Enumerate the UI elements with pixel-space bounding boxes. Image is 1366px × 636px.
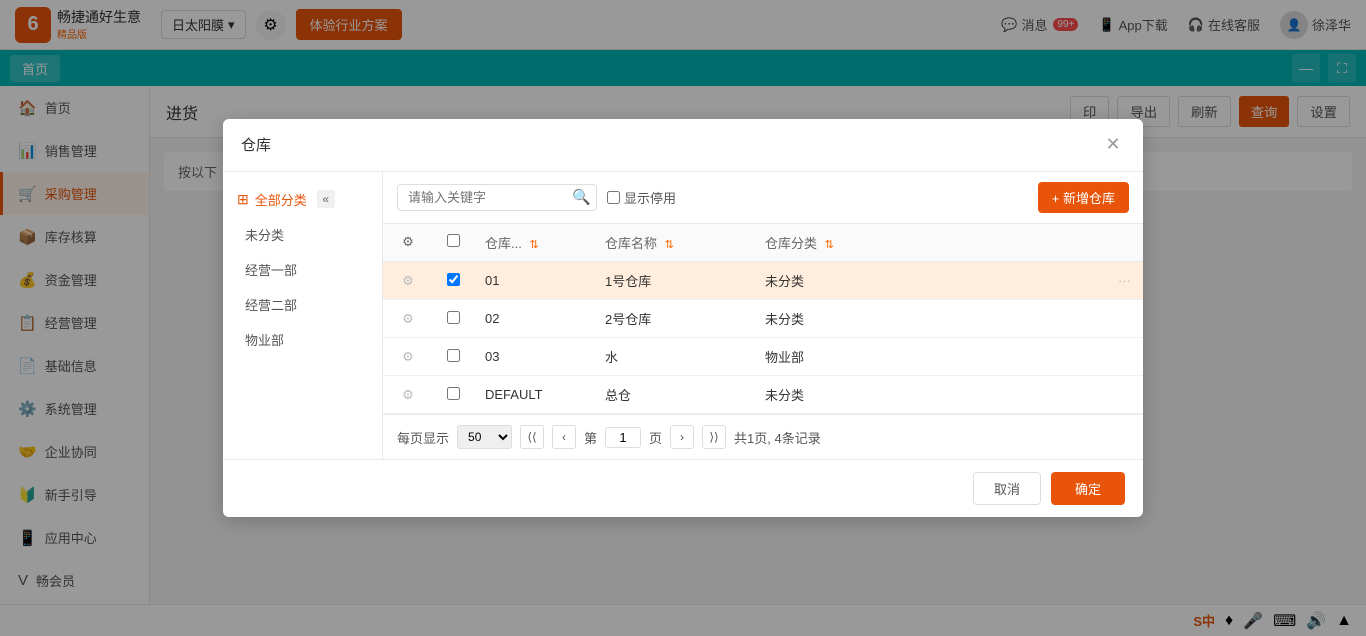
grid-icon: ⊞: [237, 191, 249, 208]
page-suffix: 页: [649, 428, 662, 447]
warehouse-dialog: 仓库 ✕ ⊞ 全部分类 « 未分类 经营一部 经营二部 物业部: [223, 119, 1143, 518]
page-label: 第: [584, 428, 597, 447]
row-gear-cell: ⚙: [383, 338, 433, 376]
show-disabled-text: 显示停用: [624, 188, 676, 207]
dialog-title: 仓库: [241, 134, 271, 155]
search-icon[interactable]: 🔍: [572, 188, 591, 206]
per-page-select[interactable]: 50 100: [457, 425, 512, 449]
table-row[interactable]: ⚙ 03 水 物业部: [383, 338, 1143, 376]
confirm-button[interactable]: 确定: [1051, 472, 1125, 505]
row-checkbox[interactable]: [447, 273, 460, 286]
add-warehouse-button[interactable]: + 新增仓库: [1038, 182, 1129, 213]
table-row[interactable]: ⚙ 02 2号仓库 未分类: [383, 300, 1143, 338]
th-gear: ⚙: [383, 224, 433, 262]
page-next-button[interactable]: ›: [670, 425, 694, 449]
row-number: 02: [473, 300, 593, 338]
row-number: 01: [473, 261, 593, 300]
row-checkbox-cell: [433, 338, 473, 376]
row-gear-icon[interactable]: ⚙: [402, 349, 414, 364]
collapse-button[interactable]: «: [317, 190, 335, 208]
page-prev-button[interactable]: ‹: [552, 425, 576, 449]
category-item-ops1[interactable]: 经营一部: [223, 252, 382, 287]
row-name: 水: [593, 338, 753, 376]
dialog-body: ⊞ 全部分类 « 未分类 经营一部 经营二部 物业部 🔍: [223, 172, 1143, 460]
show-disabled-checkbox[interactable]: [607, 191, 620, 204]
dialog-close-button[interactable]: ✕: [1101, 133, 1125, 157]
search-input[interactable]: [397, 184, 597, 211]
total-info: 共1页, 4条记录: [734, 428, 821, 447]
pagination-bar: 每页显示 50 100 ⟨⟨ ‹ 第 页 › ⟩⟩ 共1页, 4条记录: [383, 414, 1143, 459]
table-row[interactable]: ⚙ 01 1号仓库 未分类 ···: [383, 261, 1143, 300]
row-number: 03: [473, 338, 593, 376]
row-checkbox-cell: [433, 300, 473, 338]
row-name: 1号仓库: [593, 261, 753, 300]
sort-code-icon: ⇅: [529, 239, 538, 251]
category-item-property[interactable]: 物业部: [223, 322, 382, 357]
table-panel: 🔍 显示停用 + 新增仓库 ⚙: [383, 172, 1143, 460]
sort-category-icon: ⇅: [825, 239, 834, 251]
category-all[interactable]: ⊞ 全部分类 «: [223, 182, 382, 217]
page-last-button[interactable]: ⟩⟩: [702, 425, 726, 449]
row-name: 2号仓库: [593, 300, 753, 338]
th-category: 仓库分类 ⇅: [753, 224, 1143, 262]
per-page-label: 每页显示: [397, 428, 449, 447]
row-gear-icon[interactable]: ⚙: [402, 273, 414, 288]
search-input-wrap: 🔍: [397, 184, 597, 211]
table-row[interactable]: ⚙ DEFAULT 总仓 未分类: [383, 376, 1143, 414]
cancel-button[interactable]: 取消: [973, 472, 1041, 505]
row-gear-cell: ⚙: [383, 300, 433, 338]
row-checkbox[interactable]: [447, 387, 460, 400]
category-all-label: 全部分类: [255, 190, 307, 209]
table-toolbar: 🔍 显示停用 + 新增仓库: [383, 172, 1143, 224]
warehouse-table: ⚙ 仓库... ⇅ 仓库名称 ⇅: [383, 224, 1143, 415]
row-category: 物业部: [753, 338, 1143, 376]
category-panel: ⊞ 全部分类 « 未分类 经营一部 经营二部 物业部: [223, 172, 383, 460]
row-checkbox[interactable]: [447, 349, 460, 362]
row-checkbox-cell: [433, 376, 473, 414]
row-category: 未分类 ···: [753, 262, 1143, 300]
row-checkbox-cell: [433, 261, 473, 300]
th-name: 仓库名称 ⇅: [593, 224, 753, 262]
row-category: 未分类: [753, 300, 1143, 338]
row-checkbox[interactable]: [447, 311, 460, 324]
page-first-button[interactable]: ⟨⟨: [520, 425, 544, 449]
select-all-checkbox[interactable]: [447, 234, 460, 247]
row-name: 总仓: [593, 376, 753, 414]
row-gear-cell: ⚙: [383, 261, 433, 300]
th-code: 仓库... ⇅: [473, 224, 593, 262]
data-table: ⚙ 仓库... ⇅ 仓库名称 ⇅: [383, 224, 1143, 415]
modal-overlay: 仓库 ✕ ⊞ 全部分类 « 未分类 经营一部 经营二部 物业部: [0, 0, 1366, 636]
category-item-ops2[interactable]: 经营二部: [223, 287, 382, 322]
category-item-uncategorized[interactable]: 未分类: [223, 217, 382, 252]
table-header-row: ⚙ 仓库... ⇅ 仓库名称 ⇅: [383, 224, 1143, 262]
row-category: 未分类: [753, 376, 1143, 414]
row-gear-icon[interactable]: ⚙: [402, 311, 414, 326]
dialog-header: 仓库 ✕: [223, 119, 1143, 172]
row-gear-icon[interactable]: ⚙: [402, 387, 414, 402]
page-number-input[interactable]: [605, 427, 641, 448]
th-checkbox: [433, 224, 473, 262]
dialog-footer: 取消 确定: [223, 459, 1143, 517]
show-disabled-label[interactable]: 显示停用: [607, 188, 676, 207]
row-gear-cell: ⚙: [383, 376, 433, 414]
sort-name-icon: ⇅: [665, 239, 674, 251]
row-more-button[interactable]: ···: [1118, 273, 1131, 288]
row-number: DEFAULT: [473, 376, 593, 414]
